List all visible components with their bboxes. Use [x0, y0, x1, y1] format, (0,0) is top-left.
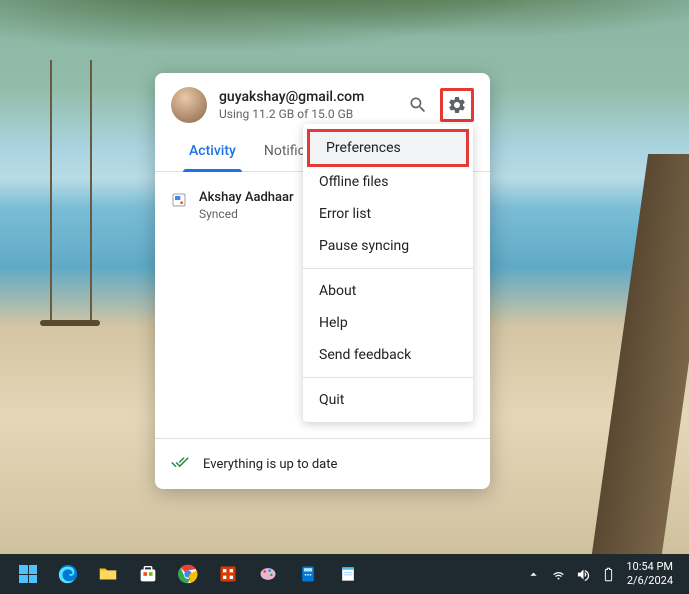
clock-time: 10:54 PM [626, 560, 673, 574]
system-tray: 10:54 PM 2/6/2024 [526, 560, 681, 589]
taskbar-notepad[interactable] [332, 558, 364, 590]
wifi-icon[interactable] [551, 567, 566, 582]
tree-decoration [0, 0, 689, 80]
swing-decoration [50, 60, 52, 320]
avatar[interactable] [171, 87, 207, 123]
battery-icon[interactable] [601, 567, 616, 582]
menu-divider [303, 377, 473, 378]
taskbar-store[interactable] [132, 558, 164, 590]
taskbar-chrome[interactable] [172, 558, 204, 590]
image-file-icon [171, 192, 187, 208]
paint-icon [258, 564, 278, 584]
check-icon [171, 453, 189, 475]
store-icon [137, 563, 159, 585]
user-info: guyakshay@gmail.com Using 11.2 GB of 15.… [219, 89, 394, 121]
menu-preferences[interactable]: Preferences [310, 132, 466, 164]
menu-pause-syncing[interactable]: Pause syncing [303, 230, 473, 262]
snip-icon [218, 564, 238, 584]
storage-text: Using 11.2 GB of 15.0 GB [219, 107, 394, 121]
menu-about[interactable]: About [303, 275, 473, 307]
clock[interactable]: 10:54 PM 2/6/2024 [626, 560, 673, 589]
taskbar-explorer[interactable] [92, 558, 124, 590]
notepad-icon [338, 564, 358, 584]
highlight-annotation [440, 88, 474, 122]
menu-divider [303, 268, 473, 269]
gear-icon [447, 95, 467, 115]
chrome-icon [177, 563, 199, 585]
desktop-background: guyakshay@gmail.com Using 11.2 GB of 15.… [0, 0, 689, 594]
taskbar-calculator[interactable] [292, 558, 324, 590]
chevron-up-icon[interactable] [526, 567, 541, 582]
windows-icon [19, 565, 37, 583]
menu-offline-files[interactable]: Offline files [303, 166, 473, 198]
menu-help[interactable]: Help [303, 307, 473, 339]
tree-trunk-decoration [592, 154, 689, 554]
swing-decoration [40, 320, 100, 326]
speaker-icon[interactable] [576, 567, 591, 582]
start-button[interactable] [12, 558, 44, 590]
highlight-annotation: Preferences [307, 129, 469, 167]
search-icon [408, 95, 428, 115]
folder-icon [97, 563, 119, 585]
tab-activity[interactable]: Activity [175, 133, 250, 171]
search-button[interactable] [406, 93, 430, 117]
settings-dropdown: Preferences Offline files Error list Pau… [303, 124, 473, 422]
menu-send-feedback[interactable]: Send feedback [303, 339, 473, 371]
swing-decoration [90, 60, 92, 325]
user-email: guyakshay@gmail.com [219, 89, 394, 105]
sync-status-text: Everything is up to date [203, 457, 337, 472]
file-name: Akshay Aadhaar [199, 190, 294, 205]
menu-error-list[interactable]: Error list [303, 198, 473, 230]
taskbar-snip[interactable] [212, 558, 244, 590]
edge-icon [57, 563, 79, 585]
settings-button[interactable] [445, 93, 469, 117]
taskbar-paint[interactable] [252, 558, 284, 590]
calculator-icon [298, 564, 318, 584]
panel-footer: Everything is up to date [155, 438, 490, 489]
clock-date: 2/6/2024 [626, 574, 673, 588]
file-status: Synced [199, 207, 294, 221]
menu-quit[interactable]: Quit [303, 384, 473, 416]
taskbar-edge[interactable] [52, 558, 84, 590]
taskbar: 10:54 PM 2/6/2024 [0, 554, 689, 594]
